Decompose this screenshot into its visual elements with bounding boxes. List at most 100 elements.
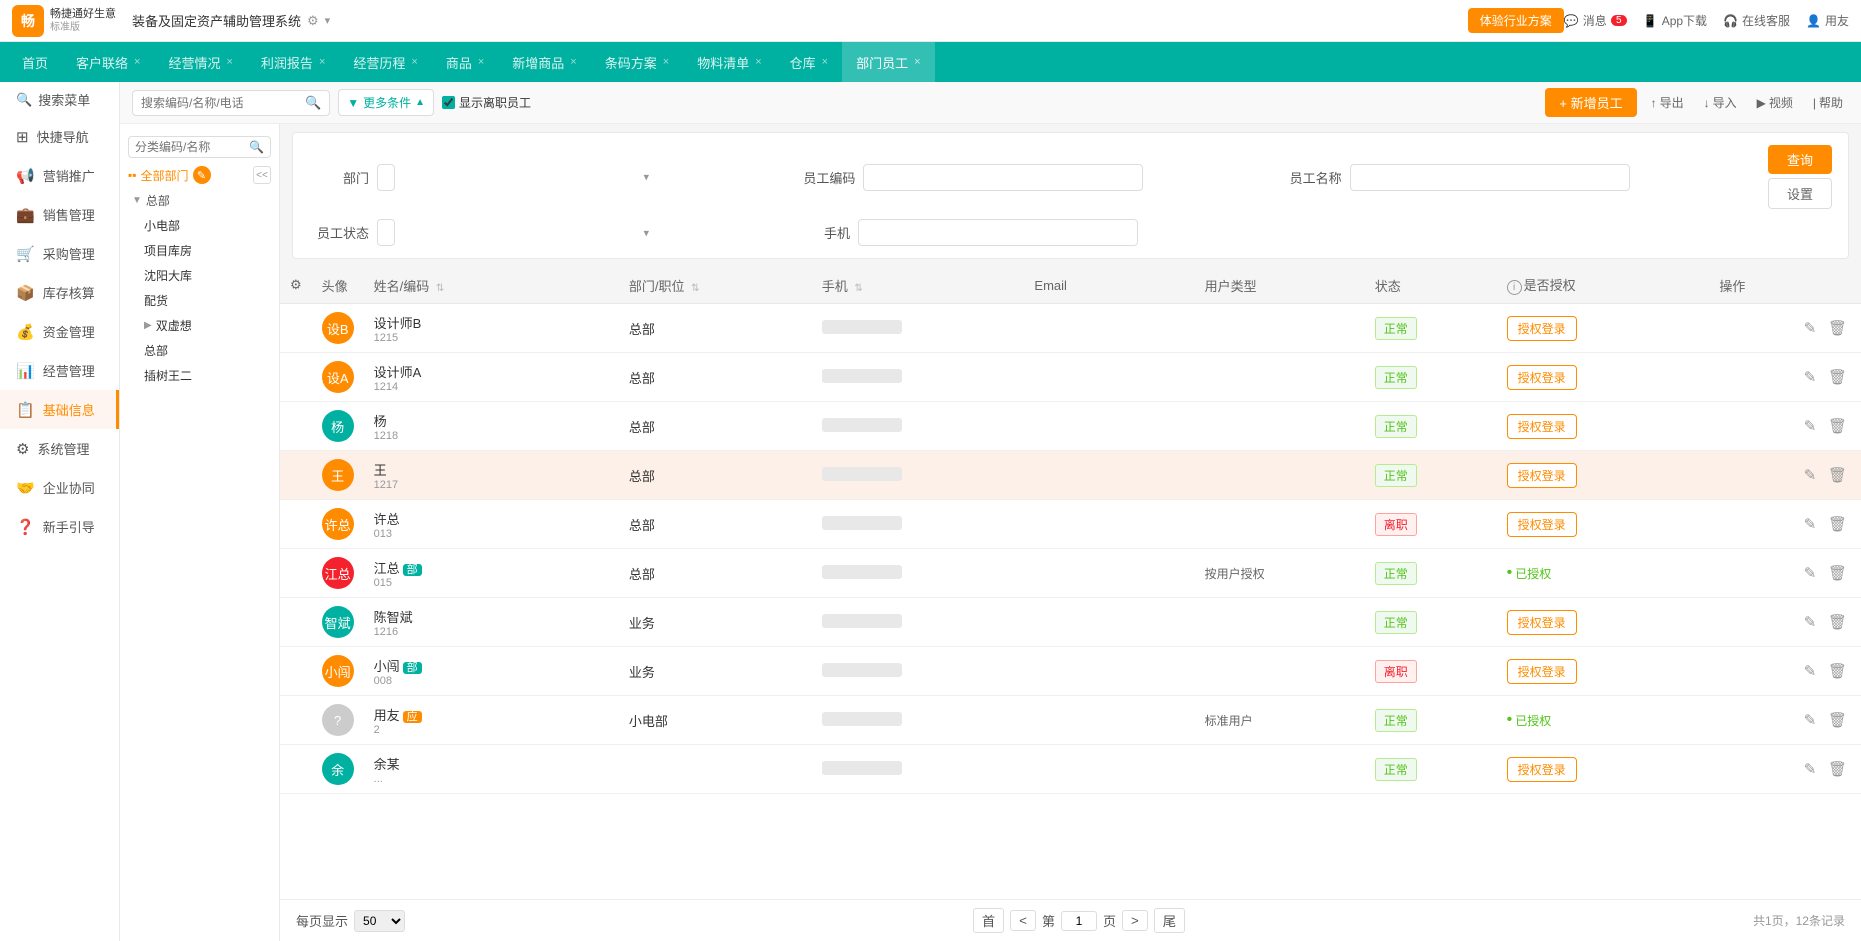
add-employee-button[interactable]: + 新增员工 (1545, 88, 1636, 117)
last-page-button[interactable]: 尾 (1154, 908, 1185, 933)
sidebar-item-基础信息[interactable]: 📋基础信息 (0, 390, 119, 429)
show-resigned-checkbox[interactable] (442, 96, 455, 109)
sidebar-item-资金管理[interactable]: 💰资金管理 (0, 312, 119, 351)
edit-icon[interactable]: ✎ (1800, 465, 1821, 486)
navtab-经营历程[interactable]: 经营历程× (339, 42, 431, 82)
prev-page-button[interactable]: < (1010, 910, 1036, 931)
more-conditions-button[interactable]: ▼ 更多条件 ▲ (338, 89, 434, 116)
authorize-button[interactable]: 授权登录 (1507, 365, 1577, 390)
col-dept[interactable]: 部门/职位 ⇅ (619, 267, 812, 304)
sidebar-item-系统管理[interactable]: ⚙系统管理 (0, 429, 119, 468)
navtab-仓库[interactable]: 仓库× (776, 42, 842, 82)
dept-select[interactable] (377, 164, 395, 191)
navtab-商品[interactable]: 商品× (432, 42, 498, 82)
sidebar-item-新手引导[interactable]: ❓新手引导 (0, 507, 119, 546)
close-tab-icon[interactable]: × (134, 56, 140, 68)
dept-node-沈阳大库[interactable]: 沈阳大库 (124, 263, 275, 288)
emp-status-select[interactable] (377, 219, 395, 246)
emp-name-input[interactable] (1350, 164, 1630, 191)
sidebar-item-销售管理[interactable]: 💼销售管理 (0, 195, 119, 234)
authorize-button[interactable]: 授权登录 (1507, 659, 1577, 684)
query-button[interactable]: 查询 (1768, 145, 1832, 174)
all-dept-label[interactable]: ▪▪ 全部部门 ✎ (128, 166, 211, 184)
close-tab-icon[interactable]: × (411, 56, 417, 68)
close-tab-icon[interactable]: × (570, 56, 576, 68)
authorize-button[interactable]: 授权登录 (1507, 512, 1577, 537)
dept-node-小电部[interactable]: 小电部 (124, 213, 275, 238)
import-button[interactable]: ↓ 导入 (1698, 90, 1743, 115)
message-button[interactable]: 💬 消息 5 (1564, 12, 1627, 29)
user-button[interactable]: 👤 用友 (1806, 12, 1849, 29)
delete-icon[interactable]: 🗑 (1824, 318, 1851, 339)
try-industry-button[interactable]: 体验行业方案 (1468, 8, 1564, 33)
delete-icon[interactable]: 🗑 (1824, 465, 1851, 486)
close-tab-icon[interactable]: × (755, 56, 761, 68)
search-input[interactable] (141, 96, 301, 110)
dropdown-icon[interactable]: ▾ (325, 14, 331, 27)
page-size-select[interactable]: 50 20 100 (354, 910, 405, 932)
online-service-button[interactable]: 🎧 在线客服 (1723, 12, 1790, 29)
navtab-条码方案[interactable]: 条码方案× (591, 42, 683, 82)
sidebar-item-企业协同[interactable]: 🤝企业协同 (0, 468, 119, 507)
phone-input[interactable] (858, 219, 1138, 246)
dept-collapse-button[interactable]: << (253, 166, 271, 184)
video-button[interactable]: ▶ 视频 (1751, 90, 1799, 115)
sidebar-item-营销推广[interactable]: 📢营销推广 (0, 156, 119, 195)
sidebar-item-经营管理[interactable]: 📊经营管理 (0, 351, 119, 390)
sidebar-item-采购管理[interactable]: 🛒采购管理 (0, 234, 119, 273)
delete-icon[interactable]: 🗑 (1824, 367, 1851, 388)
col-name[interactable]: 姓名/编码 ⇅ (364, 267, 619, 304)
first-page-button[interactable]: 首 (973, 908, 1004, 933)
navtab-新增商品[interactable]: 新增商品× (498, 42, 590, 82)
edit-icon[interactable]: ✎ (1800, 318, 1821, 339)
delete-icon[interactable]: 🗑 (1824, 661, 1851, 682)
dept-node-双虚想[interactable]: ▶双虚想 (124, 313, 275, 338)
navtab-物料清单[interactable]: 物料清单× (683, 42, 775, 82)
delete-icon[interactable]: 🗑 (1824, 563, 1851, 584)
help-button[interactable]: | 帮助 (1807, 90, 1849, 115)
edit-icon[interactable]: ✎ (1800, 710, 1821, 731)
close-tab-icon[interactable]: × (226, 56, 232, 68)
navtab-客户联络[interactable]: 客户联络× (62, 42, 154, 82)
export-button[interactable]: ↑ 导出 (1645, 90, 1690, 115)
edit-icon[interactable]: ✎ (1800, 612, 1821, 633)
navtab-经营情况[interactable]: 经营情况× (154, 42, 246, 82)
edit-icon[interactable]: ✎ (1800, 514, 1821, 535)
auth-info-icon[interactable]: i (1507, 280, 1522, 295)
dept-search-icon[interactable]: 🔍 (249, 140, 264, 154)
authorize-button[interactable]: 授权登录 (1507, 463, 1577, 488)
dept-node-配货[interactable]: 配货 (124, 288, 275, 313)
reset-button[interactable]: 设置 (1768, 178, 1832, 209)
close-tab-icon[interactable]: × (914, 56, 920, 68)
close-tab-icon[interactable]: × (478, 56, 484, 68)
dept-node-总部[interactable]: 总部 (124, 338, 275, 363)
delete-icon[interactable]: 🗑 (1824, 514, 1851, 535)
emp-code-input[interactable] (863, 164, 1143, 191)
sidebar-search[interactable]: 🔍搜索菜单 (0, 82, 119, 117)
close-tab-icon[interactable]: × (319, 56, 325, 68)
delete-icon[interactable]: 🗑 (1824, 710, 1851, 731)
navtab-首页[interactable]: 首页 (8, 42, 62, 82)
col-settings[interactable]: ⚙ (280, 267, 312, 304)
authorize-button[interactable]: 授权登录 (1507, 610, 1577, 635)
authorize-button[interactable]: 授权登录 (1507, 316, 1577, 341)
dept-node-插树王二[interactable]: 插树王二 (124, 363, 275, 388)
dept-node-项目库房[interactable]: 项目库房 (124, 238, 275, 263)
dept-search-input[interactable] (135, 140, 249, 154)
delete-icon[interactable]: 🗑 (1824, 416, 1851, 437)
close-tab-icon[interactable]: × (663, 56, 669, 68)
search-icon[interactable]: 🔍 (305, 95, 321, 111)
edit-icon[interactable]: ✎ (1800, 416, 1821, 437)
navtab-利润报告[interactable]: 利润报告× (247, 42, 339, 82)
next-page-button[interactable]: > (1122, 910, 1148, 931)
dept-node-总部[interactable]: ▼总部 (124, 188, 275, 213)
close-tab-icon[interactable]: × (822, 56, 828, 68)
sidebar-item-库存核算[interactable]: 📦库存核算 (0, 273, 119, 312)
edit-icon[interactable]: ✎ (1800, 563, 1821, 584)
sidebar-item-快捷导航[interactable]: ⊞快捷导航 (0, 117, 119, 156)
edit-icon[interactable]: ✎ (1800, 759, 1821, 780)
edit-icon[interactable]: ✎ (1800, 661, 1821, 682)
page-number-input[interactable] (1061, 911, 1097, 931)
authorize-button[interactable]: 授权登录 (1507, 757, 1577, 782)
app-download-button[interactable]: 📱 App下载 (1643, 12, 1707, 29)
